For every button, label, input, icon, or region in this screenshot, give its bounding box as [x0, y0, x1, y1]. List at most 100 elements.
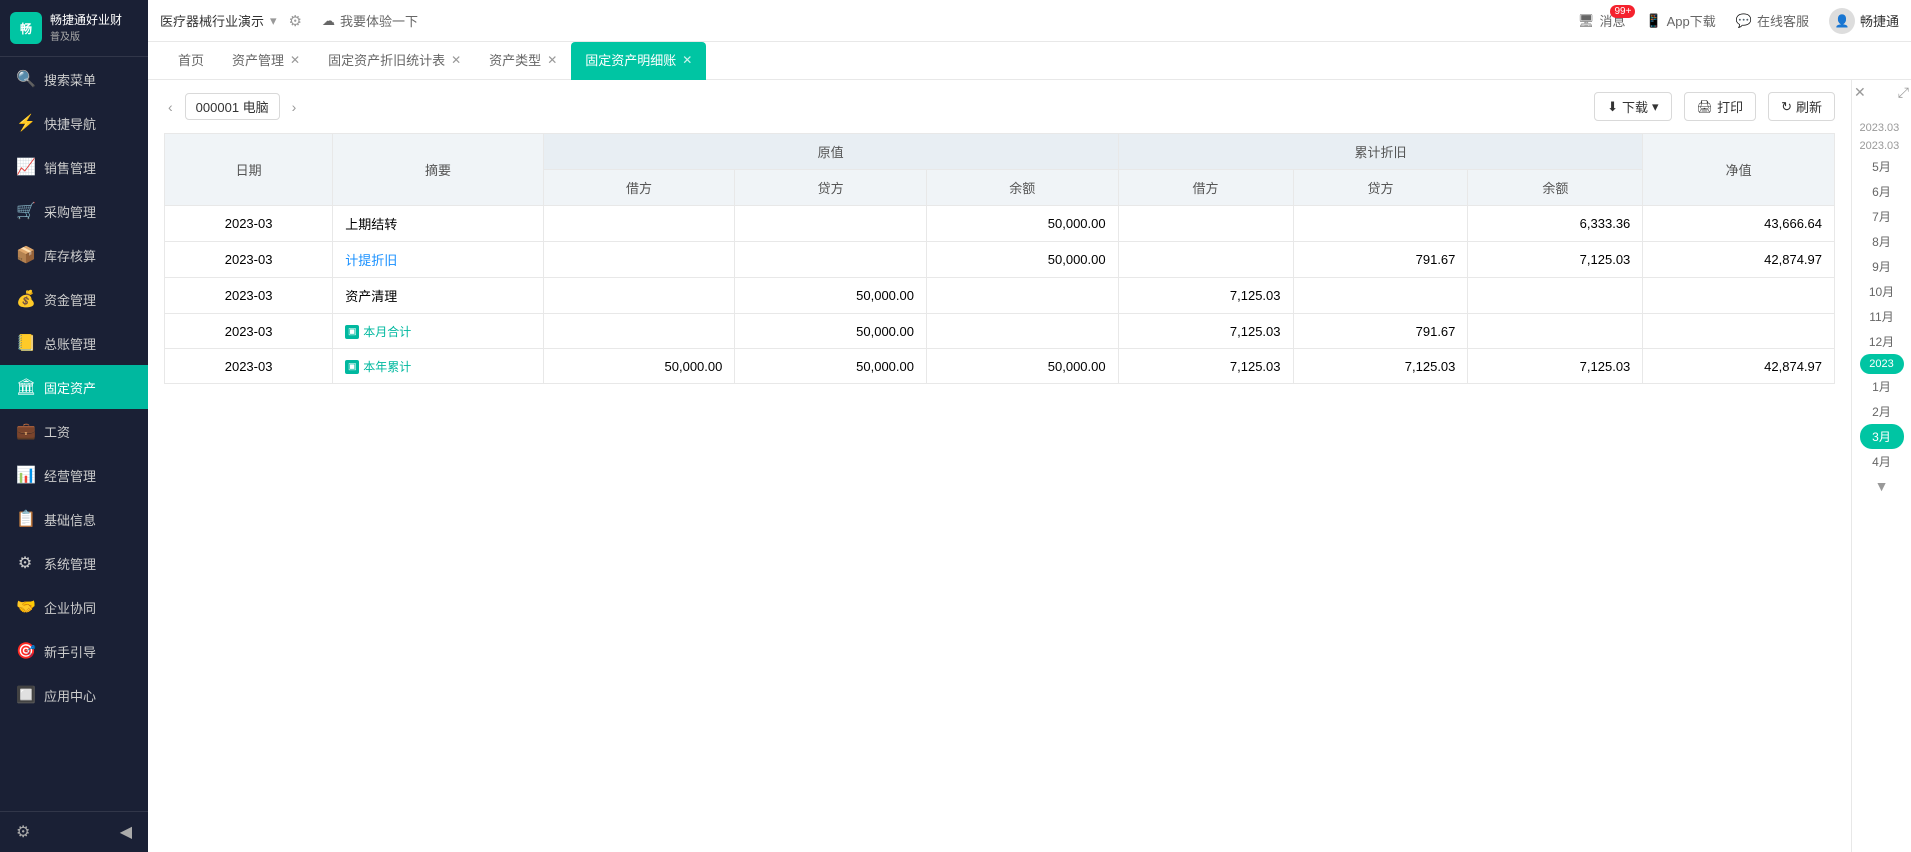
- business-icon: 📊: [16, 465, 34, 485]
- service-label: 在线客服: [1757, 11, 1809, 30]
- sidebar-item-ledger[interactable]: 📒 总账管理: [0, 321, 148, 365]
- tab-asset-manage[interactable]: 资产管理 ✕: [218, 42, 314, 80]
- table-row: 2023-03 上期结转 50,000.00 6,333.36 43,666.6…: [165, 206, 1835, 242]
- download-icon: ⬇: [1607, 99, 1618, 115]
- prev-asset-button[interactable]: ‹: [164, 97, 177, 117]
- tab-depreciation-stats-close[interactable]: ✕: [451, 53, 461, 67]
- sidebar-item-quick-nav[interactable]: ⚡ 快捷导航: [0, 101, 148, 145]
- timeline-month-1[interactable]: 1月: [1860, 374, 1904, 399]
- cell-date: 2023-03: [165, 242, 333, 278]
- sidebar-logo: 畅 畅捷通好业财 普及版: [0, 0, 148, 57]
- download-button[interactable]: ⬇ 下载 ▾: [1594, 92, 1671, 121]
- timeline-nav-down[interactable]: ▼: [1860, 478, 1904, 494]
- logo-icon: 畅: [10, 12, 42, 44]
- timeline-month-12[interactable]: 12月: [1860, 329, 1904, 354]
- sidebar-item-salary[interactable]: 💼 工资: [0, 409, 148, 453]
- project-name: 医疗器械行业演示: [160, 11, 264, 30]
- timeline-month-8[interactable]: 8月: [1860, 229, 1904, 254]
- basic-info-icon: 📋: [16, 509, 34, 529]
- timeline-month-9[interactable]: 9月: [1860, 254, 1904, 279]
- cell-accum-balance: 7,125.03: [1468, 349, 1643, 384]
- asset-nav-right: ⬇ 下载 ▾ 🖨 打印 ↻ 刷新: [1594, 92, 1835, 121]
- cell-orig-debit: [543, 278, 735, 314]
- content-area: ‹ 000001 电脑 › ⬇ 下载 ▾ 🖨 打印 ↻ 刷新: [148, 80, 1911, 852]
- message-button[interactable]: 🖥 消息 99+: [1578, 11, 1626, 30]
- sidebar-item-salary-label: 工资: [44, 422, 70, 441]
- sidebar-item-sales[interactable]: 📈 销售管理: [0, 145, 148, 189]
- timeline-year-badge[interactable]: 2023: [1860, 354, 1904, 374]
- table-row: 2023-03 ▣ 本月合计 50,000.00 7,125.03 791.67: [165, 314, 1835, 349]
- cell-accum-debit: [1118, 206, 1293, 242]
- timeline-month-3-active[interactable]: 3月: [1860, 424, 1904, 449]
- sidebar-item-collab[interactable]: 🤝 企业协同: [0, 585, 148, 629]
- cell-accum-balance: [1468, 278, 1643, 314]
- timeline-close-button[interactable]: ✕: [1854, 84, 1866, 101]
- data-table: 日期 摘要 原值 累计折旧 净值 借方 贷方 余额 借方 贷方 余额: [164, 133, 1835, 384]
- experience-label: 我要体验一下: [340, 11, 418, 30]
- service-button[interactable]: 💬 在线客服: [1736, 11, 1809, 30]
- cell-orig-credit: 50,000.00: [735, 314, 927, 349]
- year-total-tag-icon: ▣: [345, 360, 359, 374]
- sidebar-item-inventory[interactable]: 📦 库存核算: [0, 233, 148, 277]
- sidebar-item-capital[interactable]: 💰 资金管理: [0, 277, 148, 321]
- sidebar-item-business[interactable]: 📊 经营管理: [0, 453, 148, 497]
- quick-nav-icon: ⚡: [16, 113, 34, 133]
- collapse-icon[interactable]: ◀: [120, 822, 132, 842]
- timeline-month-11[interactable]: 11月: [1860, 304, 1904, 329]
- cell-summary: ▣ 本月合计: [333, 314, 544, 349]
- experience-button[interactable]: ☁ 我要体验一下: [322, 11, 418, 30]
- tab-home[interactable]: 首页: [164, 42, 218, 80]
- user-avatar: 👤: [1829, 8, 1855, 34]
- print-label: 打印: [1717, 97, 1743, 116]
- th-accum-debit: 借方: [1118, 170, 1293, 206]
- tab-asset-detail[interactable]: 固定资产明细账 ✕: [571, 42, 706, 80]
- settings-icon[interactable]: ⚙: [16, 822, 30, 842]
- cell-orig-debit: [543, 206, 735, 242]
- year-total-tag: ▣ 本年累计: [345, 358, 411, 375]
- timeline-month-5[interactable]: 5月: [1860, 154, 1904, 179]
- timeline-month-4[interactable]: 4月: [1860, 449, 1904, 474]
- timeline-panel: ✕ ⤢ 2023.03 2023.03 5月 6月 7月 8月 9月 10月 1…: [1851, 80, 1911, 852]
- cell-accum-credit: [1293, 206, 1468, 242]
- sidebar-bottom: ⚙ ◀: [0, 811, 148, 852]
- cell-summary[interactable]: 计提折旧: [333, 242, 544, 278]
- cell-orig-debit: [543, 314, 735, 349]
- refresh-button[interactable]: ↻ 刷新: [1768, 92, 1835, 121]
- next-asset-button[interactable]: ›: [288, 97, 301, 117]
- search-icon: 🔍: [16, 69, 34, 89]
- sidebar-item-fixed-assets[interactable]: 🏛 固定资产: [0, 365, 148, 409]
- download-button[interactable]: 📱 App下载: [1645, 11, 1715, 30]
- sidebar-item-guide[interactable]: 🎯 新手引导: [0, 629, 148, 673]
- timeline-month-10[interactable]: 10月: [1860, 279, 1904, 304]
- cell-accum-debit: 7,125.03: [1118, 278, 1293, 314]
- tab-asset-type-label: 资产类型: [489, 50, 541, 69]
- project-settings-icon[interactable]: ⚙: [289, 12, 302, 30]
- fixed-assets-icon: 🏛: [16, 377, 34, 397]
- tab-depreciation-stats[interactable]: 固定资产折旧统计表 ✕: [314, 42, 475, 80]
- print-button[interactable]: 🖨 打印: [1684, 92, 1757, 121]
- sales-icon: 📈: [16, 157, 34, 177]
- tab-asset-type[interactable]: 资产类型 ✕: [475, 42, 571, 80]
- print-icon: 🖨: [1697, 99, 1714, 115]
- timeline-month-7[interactable]: 7月: [1860, 204, 1904, 229]
- timeline-year-top2: 2023.03: [1860, 140, 1904, 152]
- project-selector[interactable]: 医疗器械行业演示 ▾: [160, 11, 277, 30]
- tab-asset-type-close[interactable]: ✕: [547, 53, 557, 67]
- sidebar-item-purchase[interactable]: 🛒 采购管理: [0, 189, 148, 233]
- tab-asset-detail-close[interactable]: ✕: [682, 53, 692, 67]
- collab-icon: 🤝: [16, 597, 34, 617]
- sidebar-item-app-center[interactable]: 🔲 应用中心: [0, 673, 148, 717]
- cell-orig-balance: 50,000.00: [926, 206, 1118, 242]
- timeline-month-2[interactable]: 2月: [1860, 399, 1904, 424]
- sidebar-item-basic-info[interactable]: 📋 基础信息: [0, 497, 148, 541]
- sidebar-item-app-center-label: 应用中心: [44, 686, 96, 705]
- cell-orig-credit: [735, 206, 927, 242]
- timeline-expand-button[interactable]: ⤢: [1898, 84, 1909, 101]
- user-button[interactable]: 👤 畅捷通: [1829, 8, 1899, 34]
- sidebar-item-search[interactable]: 🔍 搜索菜单: [0, 57, 148, 101]
- cell-net-value: [1643, 278, 1835, 314]
- timeline-month-6[interactable]: 6月: [1860, 179, 1904, 204]
- sidebar-item-system[interactable]: ⚙ 系统管理: [0, 541, 148, 585]
- sidebar-item-system-label: 系统管理: [44, 554, 96, 573]
- tab-asset-manage-close[interactable]: ✕: [290, 53, 300, 67]
